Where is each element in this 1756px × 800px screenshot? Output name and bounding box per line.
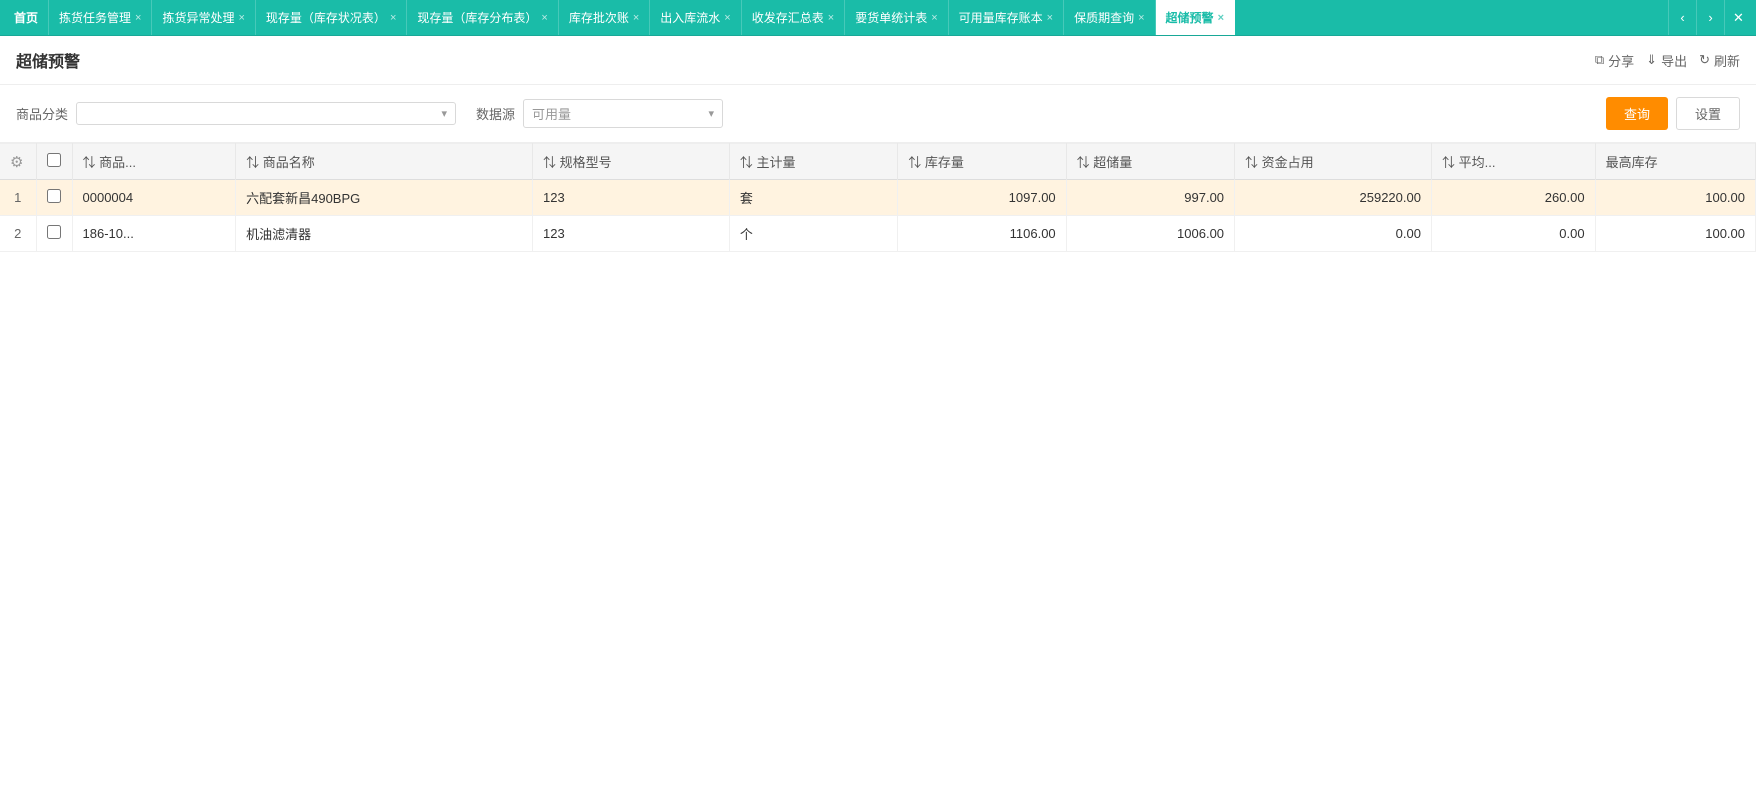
nav-tab-req-stats[interactable]: 要货单统计表 × (845, 0, 948, 36)
close-tab-inout-flow[interactable]: × (724, 12, 730, 24)
page-header: 超储预警 ⧉ 分享 ⇓ 导出 ↻ 刷新 (0, 36, 1756, 85)
close-tab-batch-account[interactable]: × (633, 12, 639, 24)
share-button[interactable]: ⧉ 分享 (1595, 51, 1634, 70)
filter-actions: 查询 设置 (1606, 97, 1740, 130)
close-tab-overstock-alert[interactable]: × (1218, 12, 1224, 24)
nav-arrows: ‹ › ✕ (1668, 0, 1752, 36)
close-tab-task-mgmt[interactable]: × (135, 12, 141, 24)
top-nav: 首页 拣货任务管理 × 拣货异常处理 × 现存量（库存状况表） × 现存量（库存… (0, 0, 1756, 36)
th-stock[interactable]: ⇅ 库存量 (898, 144, 1066, 180)
row-select-1[interactable] (47, 189, 61, 203)
row-unit-1: 套 (729, 180, 897, 216)
close-tab-collect-send[interactable]: × (828, 12, 834, 24)
row-goods-name-2: 机油滤清器 (236, 216, 533, 252)
page-title: 超储预警 (16, 48, 80, 72)
table-row: 1 0000004 六配套新昌490BPG 123 套 1097.00 997.… (0, 180, 1756, 216)
nav-tab-task-mgmt[interactable]: 拣货任务管理 × (49, 0, 152, 36)
th-unit[interactable]: ⇅ 主计量 (729, 144, 897, 180)
close-tab-inventory-dist[interactable]: × (541, 12, 547, 24)
nav-tab-collect-send[interactable]: 收发存汇总表 × (742, 0, 845, 36)
nav-tab-batch-account[interactable]: 库存批次账 × (559, 0, 650, 36)
export-icon: ⇓ (1646, 52, 1657, 68)
datasource-chevron-icon: ▾ (709, 107, 715, 120)
row-overstock-1: 997.00 (1066, 180, 1234, 216)
row-max-stock-1: 100.00 (1595, 180, 1755, 216)
refresh-label: 刷新 (1714, 51, 1740, 70)
filter-row: 商品分类 ▾ 数据源 可用量 ▾ 查询 设置 (0, 85, 1756, 143)
set-button[interactable]: 设置 (1676, 97, 1740, 130)
row-overstock-2: 1006.00 (1066, 216, 1234, 252)
header-actions: ⧉ 分享 ⇓ 导出 ↻ 刷新 (1595, 51, 1740, 70)
th-goods-code[interactable]: ⇅ 商品... (72, 144, 236, 180)
row-capital-1: 259220.00 (1235, 180, 1432, 216)
category-chevron-icon: ▾ (441, 107, 447, 120)
close-tab-req-stats[interactable]: × (931, 12, 937, 24)
close-tab-avail-inventory[interactable]: × (1047, 12, 1053, 24)
nav-tab-inout-flow[interactable]: 出入库流水 × (650, 0, 741, 36)
close-tab-abnormal[interactable]: × (238, 12, 244, 24)
th-capital[interactable]: ⇅ 资金占用 (1235, 144, 1432, 180)
refresh-button[interactable]: ↻ 刷新 (1699, 51, 1740, 70)
nav-arrow-right[interactable]: › (1696, 0, 1724, 36)
nav-arrow-left[interactable]: ‹ (1668, 0, 1696, 36)
select-all-checkbox[interactable] (47, 153, 61, 167)
datasource-select[interactable]: 可用量 ▾ (523, 99, 723, 128)
th-gear[interactable]: ⚙ (0, 144, 36, 180)
th-max-stock: 最高库存 (1595, 144, 1755, 180)
nav-arrow-close[interactable]: ✕ (1724, 0, 1752, 36)
th-spec[interactable]: ⇅ 规格型号 (532, 144, 729, 180)
refresh-icon: ↻ (1699, 52, 1710, 68)
row-unit-2: 个 (729, 216, 897, 252)
filter-datasource: 数据源 可用量 ▾ (476, 99, 723, 128)
close-tab-inventory-status[interactable]: × (390, 12, 396, 24)
data-table: ⚙ ⇅ 商品... ⇅ 商品名称 ⇅ 规格型号 (0, 143, 1756, 252)
nav-tab-home[interactable]: 首页 (4, 0, 49, 36)
row-num-2: 2 (0, 216, 36, 252)
category-select[interactable]: ▾ (76, 102, 456, 125)
th-avg[interactable]: ⇅ 平均... (1431, 144, 1595, 180)
table-container: ⚙ ⇅ 商品... ⇅ 商品名称 ⇅ 规格型号 (0, 143, 1756, 252)
nav-tab-quality-check[interactable]: 保质期查询 × (1064, 0, 1155, 36)
datasource-label: 数据源 (476, 104, 515, 123)
row-goods-name-1: 六配套新昌490BPG (236, 180, 533, 216)
nav-tab-overstock-alert[interactable]: 超储预警 × (1156, 0, 1235, 36)
export-label: 导出 (1661, 51, 1687, 70)
filter-category: 商品分类 ▾ (16, 102, 456, 125)
share-icon: ⧉ (1595, 52, 1604, 68)
row-goods-code-2: 186-10... (72, 216, 236, 252)
row-spec-2: 123 (532, 216, 729, 252)
nav-tab-abnormal[interactable]: 拣货异常处理 × (152, 0, 255, 36)
row-checkbox-1[interactable] (36, 180, 72, 216)
category-label: 商品分类 (16, 104, 68, 123)
table-header-row: ⚙ ⇅ 商品... ⇅ 商品名称 ⇅ 规格型号 (0, 144, 1756, 180)
row-spec-1: 123 (532, 180, 729, 216)
row-goods-code-1: 0000004 (72, 180, 236, 216)
nav-tab-inventory-status[interactable]: 现存量（库存状况表） × (256, 0, 407, 36)
close-tab-quality-check[interactable]: × (1138, 12, 1144, 24)
nav-tab-inventory-dist[interactable]: 现存量（库存分布表） × (407, 0, 558, 36)
row-stock-2: 1106.00 (898, 216, 1066, 252)
export-button[interactable]: ⇓ 导出 (1646, 51, 1687, 70)
row-num-1: 1 (0, 180, 36, 216)
th-goods-name[interactable]: ⇅ 商品名称 (236, 144, 533, 180)
row-stock-1: 1097.00 (898, 180, 1066, 216)
row-max-stock-2: 100.00 (1595, 216, 1755, 252)
nav-tab-avail-inventory[interactable]: 可用量库存账本 × (949, 0, 1064, 36)
row-avg-2: 0.00 (1431, 216, 1595, 252)
th-overstock[interactable]: ⇅ 超储量 (1066, 144, 1234, 180)
datasource-value: 可用量 (532, 104, 571, 123)
row-avg-1: 260.00 (1431, 180, 1595, 216)
share-label: 分享 (1608, 51, 1634, 70)
table-row: 2 186-10... 机油滤清器 123 个 1106.00 1006.00 … (0, 216, 1756, 252)
query-button[interactable]: 查询 (1606, 97, 1668, 130)
page-container: 超储预警 ⧉ 分享 ⇓ 导出 ↻ 刷新 商品分类 ▾ 数据源 (0, 36, 1756, 800)
table-body: 1 0000004 六配套新昌490BPG 123 套 1097.00 997.… (0, 180, 1756, 252)
row-checkbox-2[interactable] (36, 216, 72, 252)
row-capital-2: 0.00 (1235, 216, 1432, 252)
row-select-2[interactable] (47, 225, 61, 239)
th-checkbox[interactable] (36, 144, 72, 180)
gear-icon[interactable]: ⚙ (10, 154, 23, 171)
